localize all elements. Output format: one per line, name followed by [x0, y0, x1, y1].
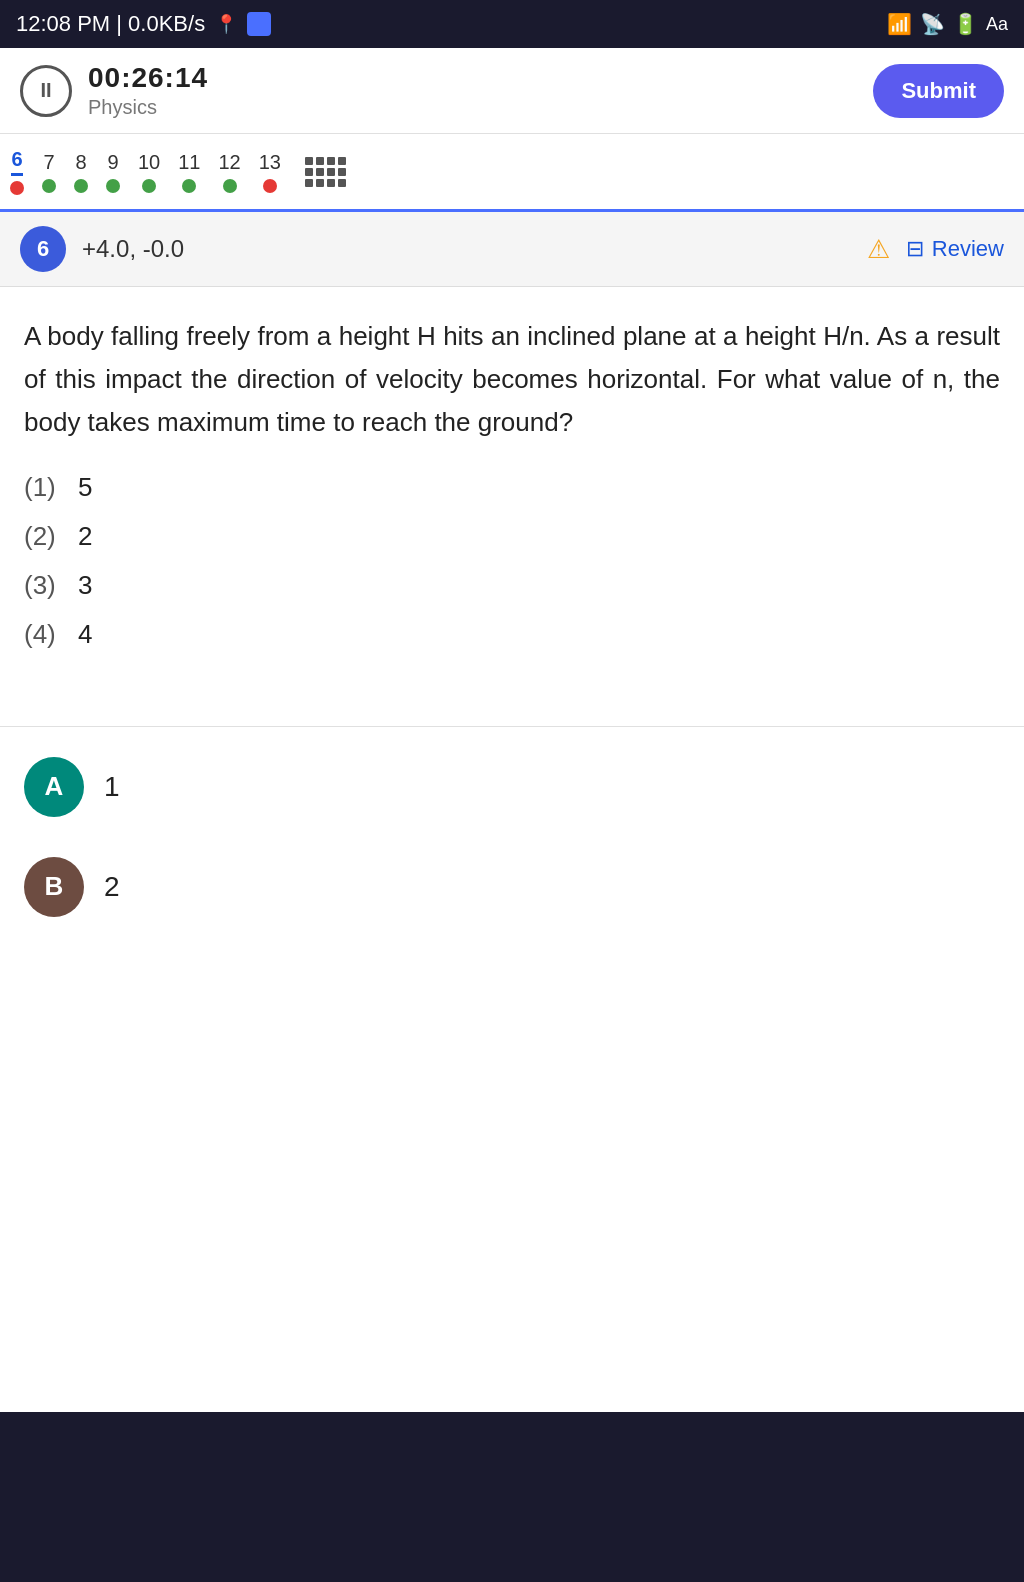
- option-1[interactable]: (1) 5: [24, 472, 1000, 503]
- status-time: 12:08 PM | 0.0KB/s 📍: [16, 11, 271, 37]
- option-label-1: (1): [24, 472, 64, 503]
- option-4[interactable]: (4) 4: [24, 619, 1000, 650]
- q-dot-6: [10, 181, 24, 195]
- main-content: 6 +4.0, -0.0 ⚠ ⊟ Review A body falling f…: [0, 212, 1024, 1412]
- option-label-4: (4): [24, 619, 64, 650]
- option-value-3: 3: [78, 570, 92, 601]
- pin-icon: 📍: [215, 13, 237, 35]
- subject-label: Physics: [88, 96, 857, 119]
- option-2[interactable]: (2) 2: [24, 521, 1000, 552]
- option-value-2: 2: [78, 521, 92, 552]
- question-nav-item-6[interactable]: 6: [10, 148, 24, 195]
- option-value-4: 4: [78, 619, 92, 650]
- q-dot-9: [106, 179, 120, 193]
- status-bar: 12:08 PM | 0.0KB/s 📍 📶 📡 🔋 Aa: [0, 0, 1024, 48]
- app-indicator: [247, 12, 271, 36]
- option-value-1: 5: [78, 472, 92, 503]
- answer-section: A 1 B 2: [0, 757, 1024, 997]
- option-label-2: (2): [24, 521, 64, 552]
- header: II 00:26:14 Physics Submit: [0, 48, 1024, 134]
- question-navigation: 6 7 8 9 10 11 12 13: [0, 134, 1024, 212]
- question-header-bar: 6 +4.0, -0.0 ⚠ ⊟ Review: [0, 212, 1024, 287]
- option-3[interactable]: (3) 3: [24, 570, 1000, 601]
- score-display: +4.0, -0.0: [82, 235, 851, 263]
- grid-menu-icon[interactable]: [305, 157, 346, 187]
- question-text: A body falling freely from a height H hi…: [24, 315, 1000, 444]
- battery-icon: 🔋: [953, 12, 978, 36]
- question-nav-item-10[interactable]: 10: [138, 151, 160, 193]
- timer-display: 00:26:14: [88, 62, 857, 94]
- header-info: 00:26:14 Physics: [88, 62, 857, 119]
- warning-icon[interactable]: ⚠: [867, 234, 890, 265]
- q-dot-12: [223, 179, 237, 193]
- submit-button[interactable]: Submit: [873, 64, 1004, 118]
- divider: [0, 726, 1024, 727]
- pause-button[interactable]: II: [20, 65, 72, 117]
- status-icons: 📶 📡 🔋 Aa: [887, 12, 1008, 36]
- q-dot-7: [42, 179, 56, 193]
- q-dot-8: [74, 179, 88, 193]
- question-nav-item-8[interactable]: 8: [74, 151, 88, 193]
- answer-item-b: B 2: [24, 857, 1000, 917]
- answer-item-a: A 1: [24, 757, 1000, 817]
- answer-badge-b: B: [24, 857, 84, 917]
- bookmark-icon: ⊟: [906, 236, 924, 262]
- q-dot-11: [182, 179, 196, 193]
- option-label-3: (3): [24, 570, 64, 601]
- status-extra: Aa: [986, 14, 1008, 35]
- answer-value-b: 2: [104, 871, 120, 903]
- question-nav-item-13[interactable]: 13: [259, 151, 281, 193]
- wifi-icon: 📡: [920, 12, 945, 36]
- q-dot-10: [142, 179, 156, 193]
- question-nav-item-9[interactable]: 9: [106, 151, 120, 193]
- question-badge: 6: [20, 226, 66, 272]
- answer-value-a: 1: [104, 771, 120, 803]
- question-body: A body falling freely from a height H hi…: [0, 287, 1024, 696]
- signal-icon: 📶: [887, 12, 912, 36]
- question-nav-item-7[interactable]: 7: [42, 151, 56, 193]
- review-button[interactable]: ⊟ Review: [906, 236, 1004, 262]
- question-nav-item-11[interactable]: 11: [178, 151, 200, 193]
- question-nav-item-12[interactable]: 12: [219, 151, 241, 193]
- answer-badge-a: A: [24, 757, 84, 817]
- question-nav-inner: 6 7 8 9 10 11 12 13: [10, 148, 1014, 195]
- q-dot-13: [263, 179, 277, 193]
